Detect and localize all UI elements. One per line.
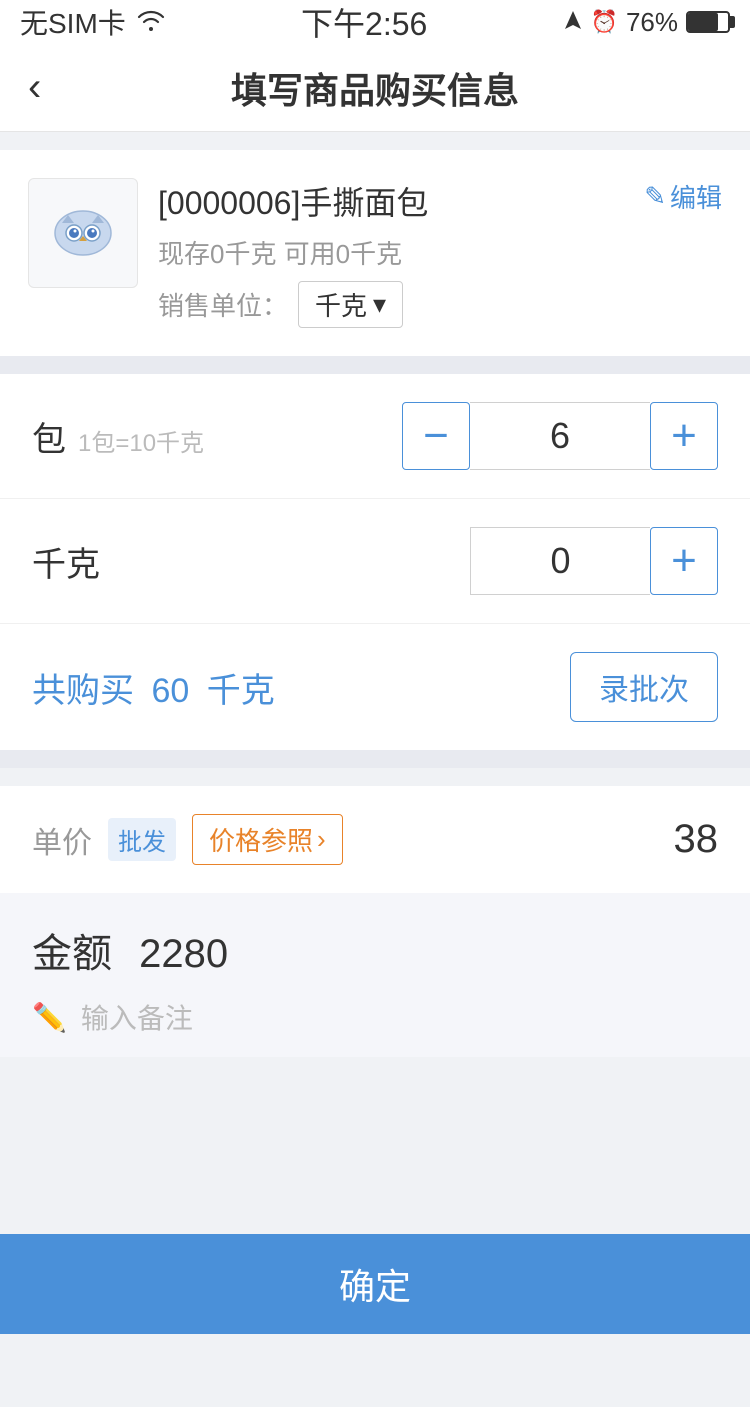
battery-icon xyxy=(686,11,730,33)
nav-bar: ‹ 填写商品购买信息 xyxy=(0,44,750,132)
quantity-section: 包1包=10千克 − + 千克 + xyxy=(0,374,750,624)
section-separator-2 xyxy=(0,750,750,768)
section-separator-1 xyxy=(0,356,750,374)
price-ref-label: 价格参照 xyxy=(209,821,313,858)
location-icon xyxy=(563,7,583,38)
product-name: [0000006]手撕面包 xyxy=(158,178,428,224)
back-button[interactable]: ‹ xyxy=(28,65,41,110)
remark-placeholder: 输入备注 xyxy=(81,997,193,1037)
alarm-icon: ⏰ xyxy=(591,9,618,35)
price-ref-arrow-icon: › xyxy=(317,824,326,855)
page-title: 填写商品购买信息 xyxy=(231,62,519,114)
total-text: 共购买 60 千克 xyxy=(32,663,275,712)
product-stock: 现存0千克 可用0千克 xyxy=(158,234,722,271)
product-card: [0000006]手撕面包 ✎ 编辑 现存0千克 可用0千克 销售单位： 千克 … xyxy=(0,150,750,356)
price-tag: 批发 xyxy=(108,818,176,861)
qty-row-kg: 千克 + xyxy=(0,499,750,624)
bottom-bar: 确定 xyxy=(0,1234,750,1334)
qty-input-bao[interactable] xyxy=(470,402,650,470)
price-label: 单价 xyxy=(32,818,92,862)
total-quantity: 60 xyxy=(151,672,189,710)
price-value: 38 xyxy=(674,817,719,862)
qty-plus-kg[interactable]: + xyxy=(650,527,718,595)
status-bar: 无SIM卡 下午2:56 ⏰ 76% xyxy=(0,0,750,44)
amount-label: 金额 xyxy=(32,932,112,976)
qty-input-kg[interactable] xyxy=(470,527,650,595)
total-row: 共购买 60 千克 录批次 xyxy=(0,624,750,750)
status-left: 无SIM卡 xyxy=(20,2,166,42)
price-row: 单价 批发 价格参照 › 38 xyxy=(32,814,718,865)
qty-controls-kg: + xyxy=(470,527,718,595)
qty-minus-bao[interactable]: − xyxy=(402,402,470,470)
unit-value: 千克 xyxy=(315,286,367,323)
product-image xyxy=(28,178,138,288)
wifi-icon xyxy=(136,6,166,38)
product-unit: 销售单位： 千克 ▾ xyxy=(158,281,722,328)
qty-label-bao: 包1包=10千克 xyxy=(32,412,402,461)
remark-row[interactable]: ✏️ 输入备注 xyxy=(32,997,718,1057)
amount-row: 金额 2280 xyxy=(32,921,718,979)
edit-link[interactable]: ✎ 编辑 xyxy=(644,178,722,215)
dropdown-arrow-icon: ▾ xyxy=(373,289,386,320)
unit-select[interactable]: 千克 ▾ xyxy=(298,281,403,328)
edit-icon: ✎ xyxy=(644,181,666,212)
status-time: 下午2:56 xyxy=(301,0,427,45)
confirm-button[interactable]: 确定 xyxy=(0,1234,750,1334)
qty-label-kg: 千克 xyxy=(32,537,470,586)
price-ref-button[interactable]: 价格参照 › xyxy=(192,814,343,865)
batch-button[interactable]: 录批次 xyxy=(570,652,718,722)
amount-section: 金额 2280 ✏️ 输入备注 xyxy=(0,893,750,1057)
battery-percent: 76% xyxy=(626,7,678,38)
price-section: 单价 批发 价格参照 › 38 xyxy=(0,786,750,893)
carrier-label: 无SIM卡 xyxy=(20,2,126,42)
unit-label: 销售单位： xyxy=(158,286,288,323)
qty-plus-bao[interactable]: + xyxy=(650,402,718,470)
empty-space xyxy=(0,1057,750,1407)
qty-hint-bao: 1包=10千克 xyxy=(78,430,204,457)
amount-value: 2280 xyxy=(139,932,228,976)
product-info: [0000006]手撕面包 ✎ 编辑 现存0千克 可用0千克 销售单位： 千克 … xyxy=(158,178,722,328)
qty-row-bao: 包1包=10千克 − + xyxy=(0,374,750,499)
qty-controls-bao: − + xyxy=(402,402,718,470)
pencil-icon: ✏️ xyxy=(32,1001,67,1034)
edit-label: 编辑 xyxy=(670,178,722,215)
status-right: ⏰ 76% xyxy=(563,7,730,38)
product-thumbnail-icon xyxy=(48,203,118,263)
